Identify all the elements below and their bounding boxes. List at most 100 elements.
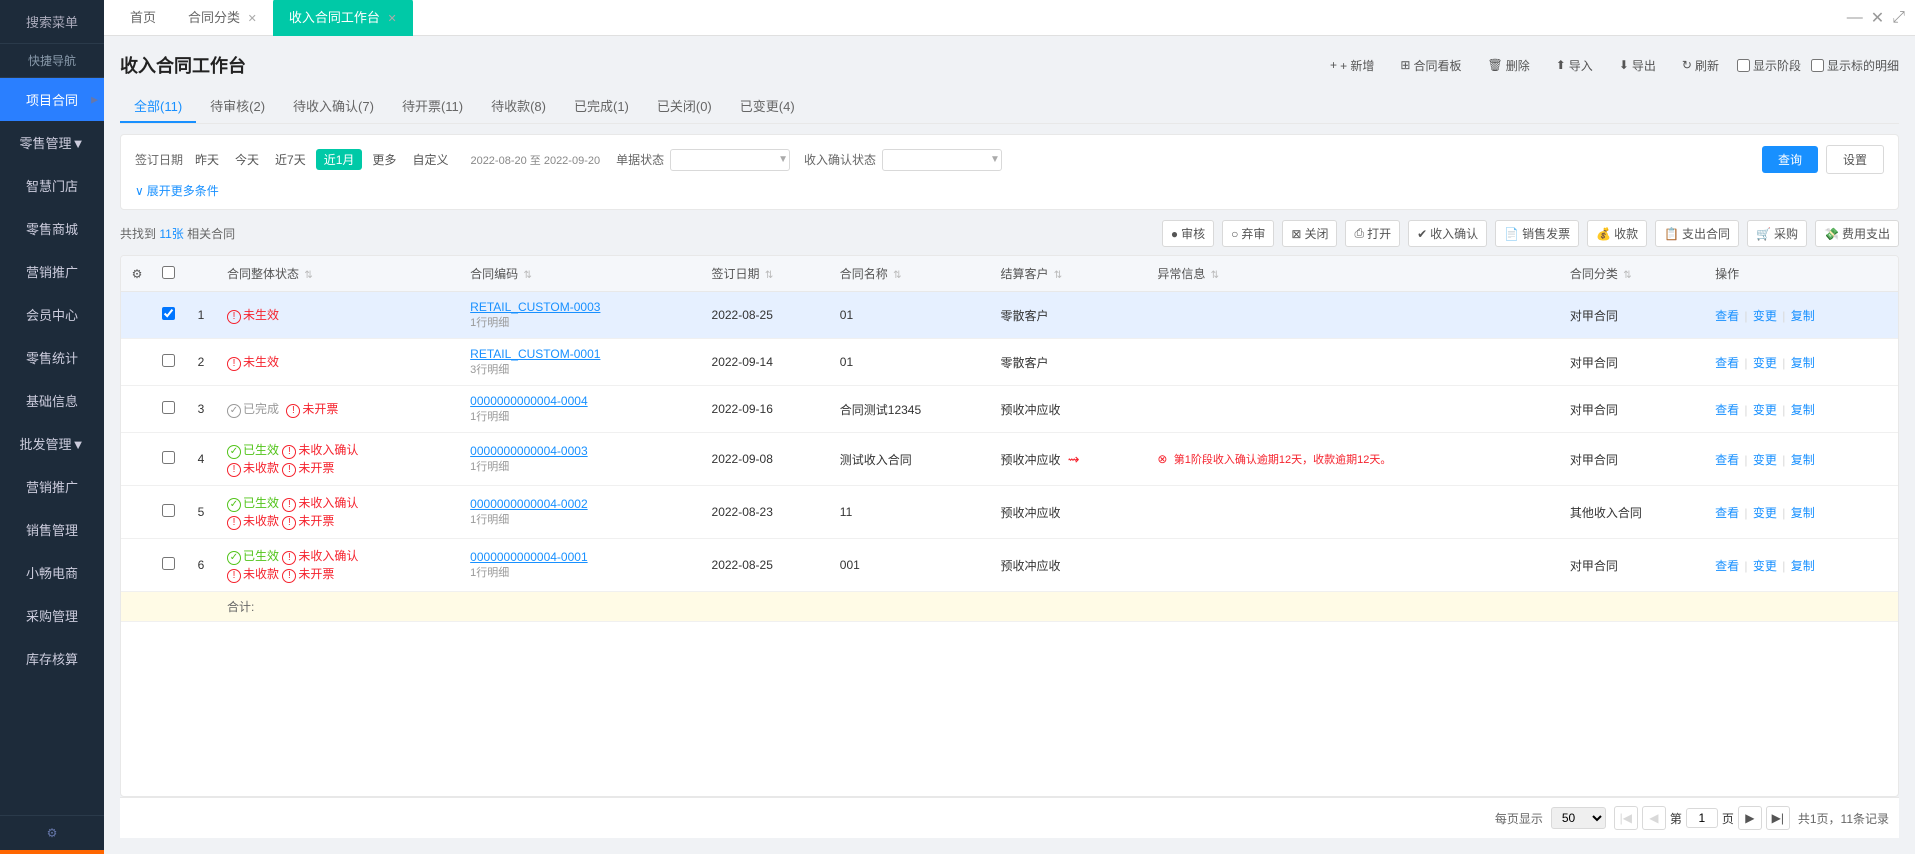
filter-tab-pending-income[interactable]: 待收入确认(7) [279, 90, 388, 123]
col-category-header[interactable]: 合同分类 ⇅ [1562, 256, 1707, 292]
col-status-header[interactable]: 合同整体状态 ⇅ [219, 256, 462, 292]
row4-checkbox[interactable] [153, 433, 183, 486]
row4-copy-btn[interactable]: 复制 [1791, 453, 1815, 467]
sidebar-item-retail-mgmt[interactable]: 零售管理 [0, 121, 104, 164]
row1-checkbox[interactable] [153, 292, 183, 339]
tab-close-income-workbench[interactable]: ✕ [387, 13, 396, 25]
row6-code-link[interactable]: 0000000000004-0001 [470, 550, 587, 564]
income-confirm-select[interactable] [882, 149, 1002, 171]
sidebar-item-purchase-mgmt[interactable]: 采购管理 [0, 594, 104, 637]
filter-tab-pending-collection[interactable]: 待收款(8) [477, 90, 560, 123]
setting-button[interactable]: 设置 [1826, 145, 1884, 174]
row3-copy-btn[interactable]: 复制 [1791, 403, 1815, 417]
sidebar-item-retail-mall[interactable]: 零售商城 [0, 207, 104, 250]
sidebar-item-xiaochang[interactable]: 小畅电商 [0, 551, 104, 594]
expand-more-conditions[interactable]: ∨ 展开更多条件 [135, 182, 1884, 199]
collection-button[interactable]: 💰 收款 [1587, 220, 1647, 247]
window-close-icon[interactable]: ✕ [1871, 8, 1884, 28]
filter-tab-pending-invoice[interactable]: 待开票(11) [388, 90, 477, 123]
date-btn-yesterday[interactable]: 昨天 [189, 149, 225, 170]
col-settings[interactable]: ⚙ [121, 256, 153, 292]
window-minimize-icon[interactable]: — [1847, 9, 1863, 27]
date-btn-today[interactable]: 今天 [229, 149, 265, 170]
sidebar-item-project-contract[interactable]: 项目合同 [0, 78, 104, 121]
row6-edit-btn[interactable]: 变更 [1753, 559, 1777, 573]
col-customer-header[interactable]: 结算客户 ⇅ [992, 256, 1149, 292]
col-name-header[interactable]: 合同名称 ⇅ [832, 256, 993, 292]
purchase-button[interactable]: 🛒 采购 [1747, 220, 1807, 247]
row6-checkbox[interactable] [153, 539, 183, 592]
row5-edit-btn[interactable]: 变更 [1753, 506, 1777, 520]
show-marked-checkbox-label[interactable]: 显示标的明细 [1811, 57, 1899, 74]
row4-code-link[interactable]: 0000000000004-0003 [470, 444, 587, 458]
sidebar-item-batch-mgmt[interactable]: 批发管理 [0, 422, 104, 465]
tab-close-contract-category[interactable]: ✕ [248, 13, 257, 25]
row1-edit-btn[interactable]: 变更 [1753, 309, 1777, 323]
row5-code-link[interactable]: 0000000000004-0002 [470, 497, 587, 511]
tab-contract-category[interactable]: 合同分类 ✕ [172, 0, 273, 36]
sidebar-item-basic-info[interactable]: 基础信息 [0, 379, 104, 422]
page-next-btn[interactable]: ▶ [1738, 806, 1762, 830]
sidebar-item-marketing[interactable]: 营销推广 [0, 250, 104, 293]
row4-view-btn[interactable]: 查看 [1715, 453, 1739, 467]
close-contract-button[interactable]: ⊠ 关闭 [1282, 220, 1337, 247]
tab-home[interactable]: 首页 [114, 0, 172, 36]
doc-status-select[interactable] [670, 149, 790, 171]
row2-edit-btn[interactable]: 变更 [1753, 356, 1777, 370]
date-btn-last1month[interactable]: 近1月 [316, 149, 363, 170]
abandon-review-button[interactable]: ○ 弃审 [1222, 220, 1274, 247]
page-number-input[interactable] [1686, 808, 1718, 828]
page-size-select[interactable]: 10 20 50 100 [1551, 807, 1606, 829]
tab-income-workbench[interactable]: 收入合同工作台 ✕ [273, 0, 413, 36]
row5-view-btn[interactable]: 查看 [1715, 506, 1739, 520]
page-first-btn[interactable]: |◀ [1614, 806, 1638, 830]
date-btn-custom[interactable]: 自定义 [406, 149, 454, 170]
income-confirm-button[interactable]: ✔ 收入确认 [1408, 220, 1487, 247]
sales-invoice-button[interactable]: 📄 销售发票 [1495, 220, 1579, 247]
page-last-btn[interactable]: ▶| [1766, 806, 1790, 830]
filter-tab-changed[interactable]: 已变更(4) [726, 90, 809, 123]
refresh-button[interactable]: ↻ 刷新 [1674, 53, 1727, 78]
date-btn-more[interactable]: 更多 [366, 149, 402, 170]
sidebar-search[interactable]: 搜索菜单 [0, 0, 104, 44]
row2-copy-btn[interactable]: 复制 [1791, 356, 1815, 370]
filter-tab-all[interactable]: 全部(11) [120, 90, 196, 123]
sidebar-item-member-center[interactable]: 会员中心 [0, 293, 104, 336]
filter-tab-pending-review[interactable]: 待审核(2) [196, 90, 279, 123]
delete-button[interactable]: 🗑 删除 [1479, 53, 1537, 78]
show-fields-checkbox[interactable] [1737, 59, 1750, 72]
print-button[interactable]: ⎙ 打开 [1345, 220, 1400, 247]
row1-copy-btn[interactable]: 复制 [1791, 309, 1815, 323]
new-button[interactable]: + + 新增 [1322, 53, 1382, 78]
expense-out-button[interactable]: 💸 费用支出 [1815, 220, 1899, 247]
import-button[interactable]: ⬆ 导入 [1548, 53, 1601, 78]
row5-checkbox[interactable] [153, 486, 183, 539]
page-prev-btn[interactable]: ◀ [1642, 806, 1666, 830]
col-date-header[interactable]: 签订日期 ⇅ [704, 256, 832, 292]
query-button[interactable]: 查询 [1762, 146, 1818, 173]
row5-copy-btn[interactable]: 复制 [1791, 506, 1815, 520]
row6-copy-btn[interactable]: 复制 [1791, 559, 1815, 573]
show-marked-checkbox[interactable] [1811, 59, 1824, 72]
row1-view-btn[interactable]: 查看 [1715, 309, 1739, 323]
sidebar-item-sales-marketing[interactable]: 营销推广 [0, 465, 104, 508]
sidebar-settings[interactable]: ⚙ [0, 815, 104, 850]
row3-code-link[interactable]: 0000000000004-0004 [470, 394, 587, 408]
row2-code-link[interactable]: RETAIL_CUSTOM-0001 [470, 347, 600, 361]
sidebar-item-retail-stats[interactable]: 零售统计 [0, 336, 104, 379]
row1-code-link[interactable]: RETAIL_CUSTOM-0003 [470, 300, 600, 314]
row2-checkbox[interactable] [153, 339, 183, 386]
col-code-header[interactable]: 合同编码 ⇅ [462, 256, 703, 292]
row6-view-btn[interactable]: 查看 [1715, 559, 1739, 573]
date-btn-last7[interactable]: 近7天 [269, 149, 312, 170]
row3-view-btn[interactable]: 查看 [1715, 403, 1739, 417]
row3-checkbox[interactable] [153, 386, 183, 433]
sidebar-nav[interactable]: 快捷导航 [0, 44, 104, 78]
filter-tab-completed[interactable]: 已完成(1) [560, 90, 643, 123]
contract-board-button[interactable]: ⊞ 合同看板 [1392, 53, 1469, 78]
select-all-checkbox[interactable] [162, 266, 175, 279]
sidebar-item-sales-mgmt[interactable]: 销售管理 [0, 508, 104, 551]
review-button[interactable]: ● 审核 [1162, 220, 1214, 247]
export-button[interactable]: ⬇ 导出 [1611, 53, 1664, 78]
row3-edit-btn[interactable]: 变更 [1753, 403, 1777, 417]
